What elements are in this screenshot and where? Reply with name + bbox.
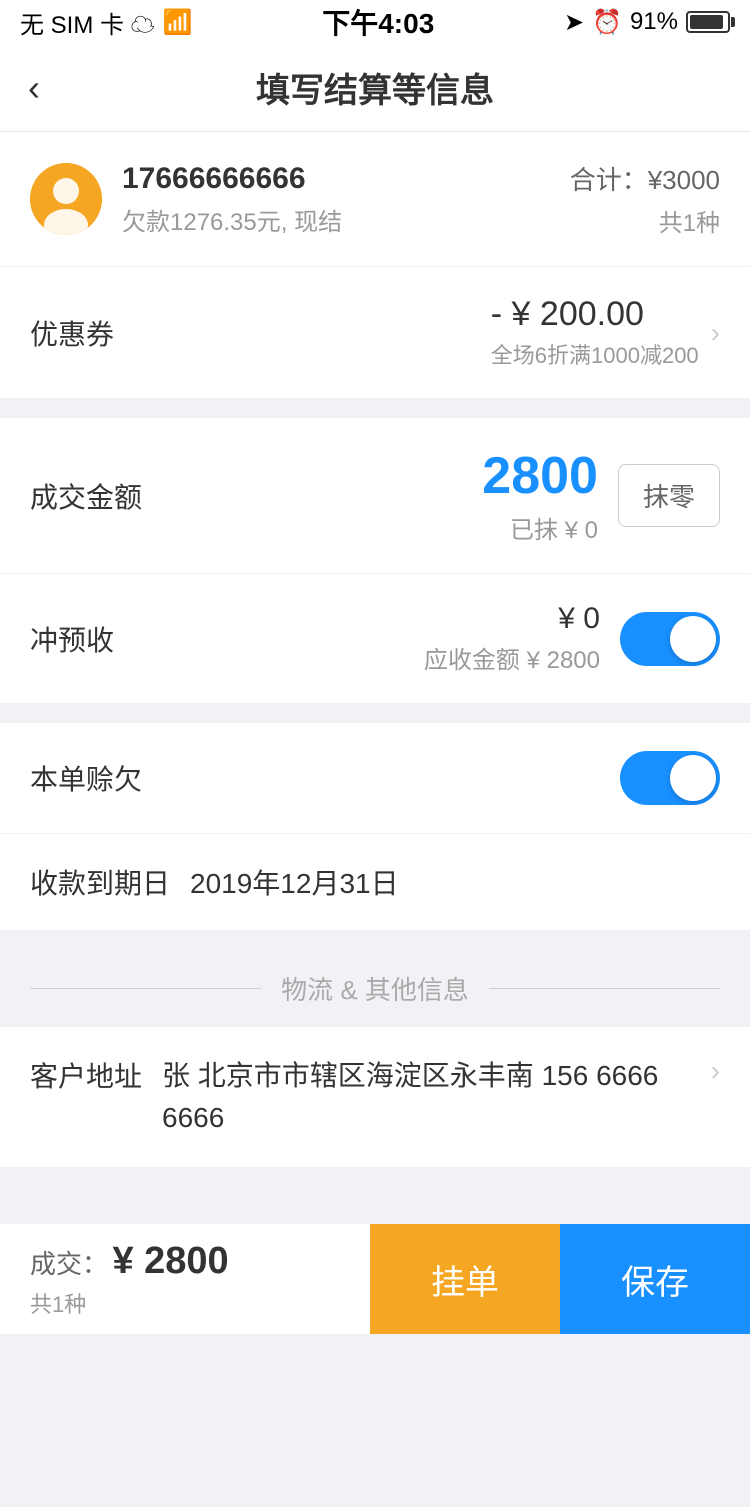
status-right: ➤ ⏰ 91% — [564, 8, 730, 37]
prepay-label: 冲预收 — [30, 619, 114, 659]
prepay-row: 冲预收 ¥ 0 应收金额 ¥ 2800 — [0, 573, 750, 703]
deal-amount-label: 成交金额 — [30, 476, 142, 516]
customer-card: 17666666666 欠款1276.35元, 现结 合计：¥3000 共1种 … — [0, 132, 750, 398]
customer-row: 17666666666 欠款1276.35元, 现结 合计：¥3000 共1种 — [0, 132, 750, 266]
address-content: 张 北京市市辖区海淀区永丰南 156 6666 6666 — [162, 1055, 699, 1139]
coupon-info: - ¥ 200.00 全场6折满1000减200 — [491, 295, 699, 370]
save-button[interactable]: 保存 — [560, 1224, 750, 1334]
debit-toggle-knob — [670, 755, 716, 801]
summary-amount: ¥ 2800 — [112, 1240, 228, 1282]
summary-deal-label: 成交： — [30, 1249, 108, 1279]
sim-label: 无 SIM 卡 ☁ — [20, 5, 155, 40]
nav-bar: ‹ 填写结算等信息 — [0, 44, 750, 132]
bottom-summary: 成交： ¥ 2800 共1种 — [0, 1240, 370, 1319]
location-icon: ➤ — [564, 8, 584, 37]
due-date-value: 2019年12月31日 — [190, 862, 399, 902]
deal-amount-number: 2800 — [482, 446, 598, 506]
address-row[interactable]: 客户地址 张 北京市市辖区海淀区永丰南 156 6666 6666 › — [0, 1027, 750, 1167]
customer-left: 17666666666 欠款1276.35元, 现结 — [30, 162, 342, 237]
coupon-label: 优惠券 — [30, 313, 114, 353]
alarm-icon: ⏰ — [592, 8, 622, 37]
debit-row: 本单赊欠 — [0, 723, 750, 833]
status-time: 下午4:03 — [322, 2, 434, 42]
prepay-toggle[interactable] — [620, 612, 720, 666]
bottom-bar: 成交： ¥ 2800 共1种 挂单 保存 — [0, 1224, 750, 1334]
debit-card: 本单赊欠 收款到期日 2019年12月31日 — [0, 723, 750, 930]
coupon-desc: 全场6折满1000减200 — [491, 338, 699, 370]
battery-percent: 91% — [630, 8, 678, 36]
address-chevron-icon: › — [711, 1055, 720, 1087]
coupon-discount: - ¥ 200.00 — [491, 295, 699, 334]
deal-amount-info: 2800 已抹 ¥ 0 — [482, 446, 598, 545]
round-zero-button[interactable]: 抹零 — [618, 464, 720, 527]
divider-line-right — [489, 988, 720, 989]
toggle-knob — [670, 616, 716, 662]
status-bar: 无 SIM 卡 ☁ 📶 下午4:03 ➤ ⏰ 91% — [0, 0, 750, 44]
battery-icon — [686, 11, 730, 33]
back-button[interactable]: ‹ — [28, 67, 40, 109]
wifi-icon: 📶 — [163, 8, 193, 37]
coupon-row[interactable]: 优惠券 - ¥ 200.00 全场6折满1000减200 › — [0, 266, 750, 398]
total-count: 共1种 — [570, 203, 720, 238]
hang-order-button[interactable]: 挂单 — [370, 1224, 560, 1334]
chevron-right-icon: › — [711, 317, 720, 349]
page-title: 填写结算等信息 — [256, 63, 494, 112]
deal-card: 成交金额 2800 已抹 ¥ 0 抹零 冲预收 ¥ 0 应收金额 ¥ 2800 — [0, 418, 750, 703]
customer-right: 合计：¥3000 共1种 — [570, 160, 720, 238]
deal-amount-zero: 已抹 ¥ 0 — [482, 510, 598, 545]
deal-right: 2800 已抹 ¥ 0 抹零 — [482, 446, 720, 545]
summary-count: 共1种 — [30, 1287, 340, 1319]
avatar — [30, 163, 102, 235]
due-date-row: 收款到期日 2019年12月31日 — [0, 833, 750, 930]
customer-phone: 17666666666 — [122, 162, 342, 196]
summary-deal-row: 成交： ¥ 2800 — [30, 1240, 340, 1283]
address-label: 客户地址 — [30, 1055, 142, 1095]
customer-info: 17666666666 欠款1276.35元, 现结 — [122, 162, 342, 237]
prepay-receivable: 应收金额 ¥ 2800 — [424, 640, 600, 675]
address-card: 客户地址 张 北京市市辖区海淀区永丰南 156 6666 6666 › — [0, 1027, 750, 1167]
coupon-right: - ¥ 200.00 全场6折满1000减200 › — [491, 295, 720, 370]
deal-amount-row: 成交金额 2800 已抹 ¥ 0 抹零 — [0, 418, 750, 573]
status-left: 无 SIM 卡 ☁ 📶 — [20, 5, 193, 40]
due-date-label: 收款到期日 — [30, 862, 170, 902]
divider-line-left — [30, 988, 261, 989]
debit-toggle[interactable] — [620, 751, 720, 805]
prepay-amount-num: ¥ 0 — [424, 602, 600, 636]
prepay-right: ¥ 0 应收金额 ¥ 2800 — [424, 602, 720, 675]
prepay-amount-info: ¥ 0 应收金额 ¥ 2800 — [424, 602, 600, 675]
total-label: 合计：¥3000 — [570, 160, 720, 197]
logistics-divider: 物流 & 其他信息 — [0, 950, 750, 1027]
debit-label: 本单赊欠 — [30, 758, 142, 798]
logistics-label: 物流 & 其他信息 — [281, 970, 469, 1007]
customer-debt: 欠款1276.35元, 现结 — [122, 202, 342, 237]
